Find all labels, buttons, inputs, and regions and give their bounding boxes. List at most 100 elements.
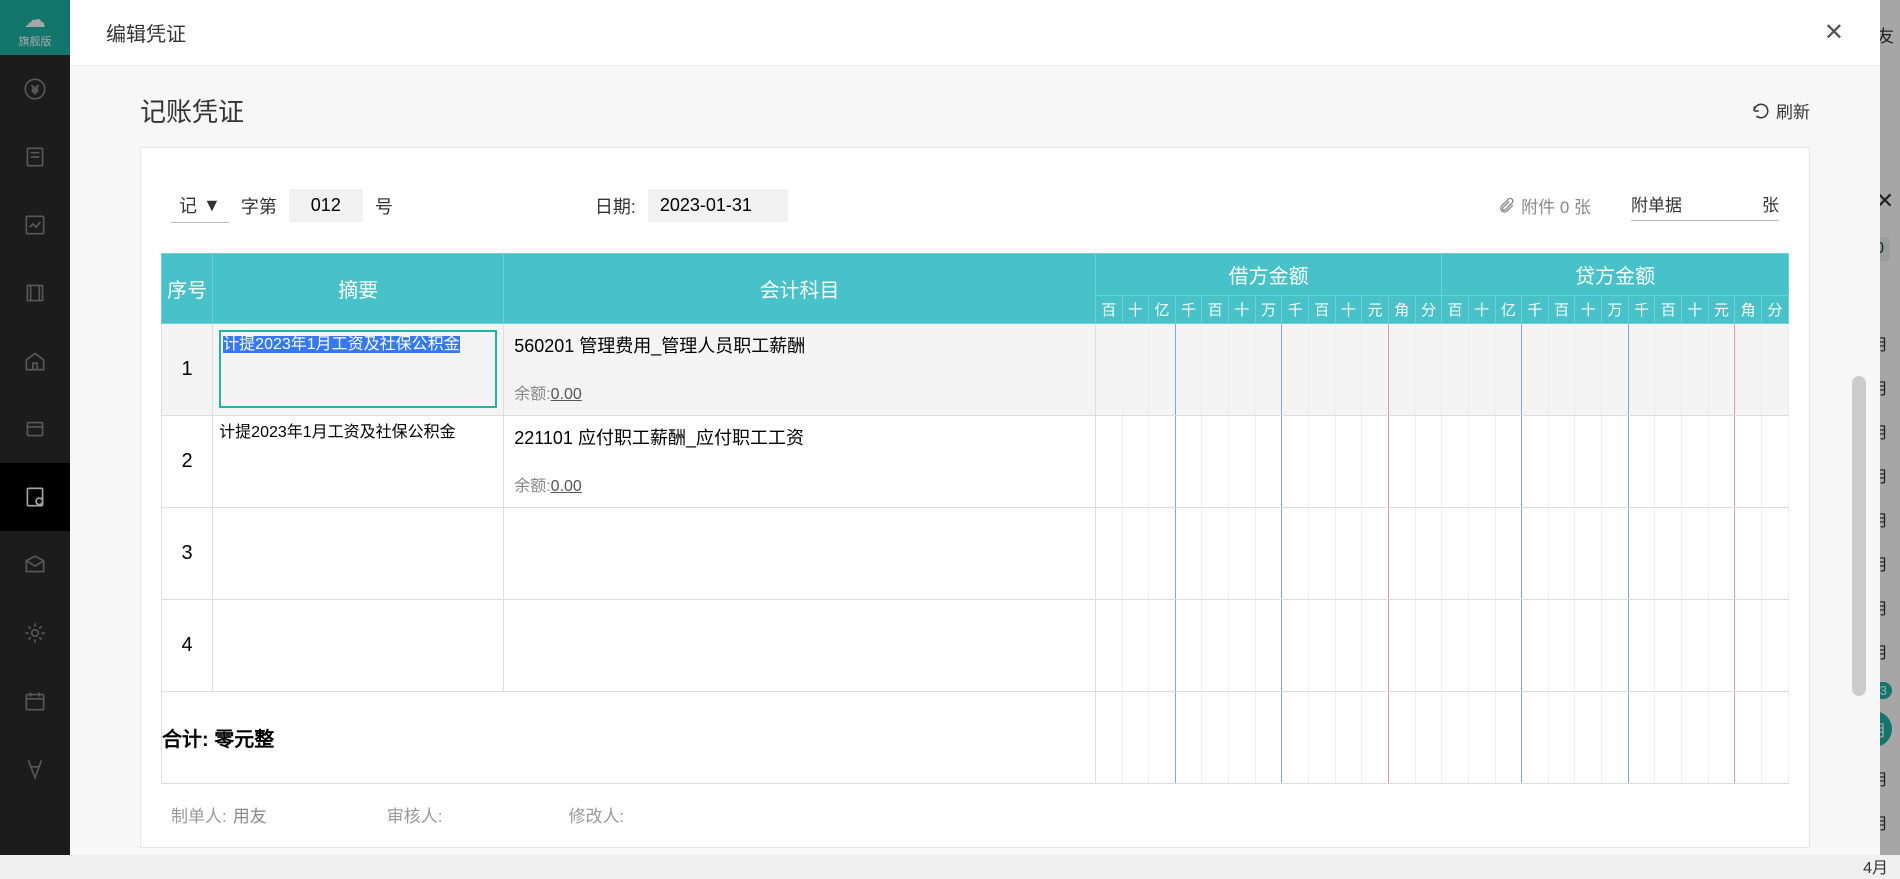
amount-cell[interactable]	[1095, 324, 1122, 416]
voucher-number-input[interactable]	[289, 189, 363, 222]
amount-cell[interactable]	[1682, 324, 1709, 416]
amount-cell[interactable]	[1229, 324, 1256, 416]
amount-cell[interactable]	[1628, 508, 1655, 600]
summary-cell[interactable]	[213, 508, 504, 600]
amount-cell[interactable]	[1468, 692, 1495, 784]
amount-cell[interactable]	[1149, 508, 1176, 600]
amount-cell[interactable]	[1735, 600, 1762, 692]
amount-cell[interactable]	[1362, 692, 1389, 784]
amount-cell[interactable]	[1522, 600, 1549, 692]
amount-cell[interactable]	[1442, 324, 1469, 416]
amount-cell[interactable]	[1682, 508, 1709, 600]
amount-cell[interactable]	[1708, 600, 1735, 692]
amount-cell[interactable]	[1522, 416, 1549, 508]
refresh-button[interactable]: 刷新	[1752, 98, 1810, 123]
voucher-type-dropdown[interactable]: 记 ▼	[171, 188, 229, 223]
amount-cell[interactable]	[1415, 324, 1442, 416]
amount-cell[interactable]	[1175, 508, 1202, 600]
amount-cell[interactable]	[1761, 324, 1788, 416]
amount-cell[interactable]	[1149, 324, 1176, 416]
amount-cell[interactable]	[1388, 508, 1415, 600]
amount-cell[interactable]	[1202, 692, 1229, 784]
amount-cell[interactable]	[1522, 508, 1549, 600]
amount-cell[interactable]	[1708, 416, 1735, 508]
amount-cell[interactable]	[1602, 600, 1629, 692]
amount-cell[interactable]	[1122, 508, 1149, 600]
amount-cell[interactable]	[1202, 600, 1229, 692]
amount-cell[interactable]	[1309, 692, 1336, 784]
amount-cell[interactable]	[1708, 692, 1735, 784]
amount-cell[interactable]	[1655, 692, 1682, 784]
amount-cell[interactable]	[1362, 600, 1389, 692]
amount-cell[interactable]	[1735, 692, 1762, 784]
amount-cell[interactable]	[1309, 508, 1336, 600]
amount-cell[interactable]	[1628, 416, 1655, 508]
amount-cell[interactable]	[1761, 416, 1788, 508]
amount-cell[interactable]	[1282, 416, 1309, 508]
amount-cell[interactable]	[1202, 508, 1229, 600]
amount-cell[interactable]	[1175, 600, 1202, 692]
amount-cell[interactable]	[1149, 416, 1176, 508]
amount-cell[interactable]	[1229, 692, 1256, 784]
amount-cell[interactable]	[1255, 416, 1282, 508]
amount-cell[interactable]	[1149, 600, 1176, 692]
amount-cell[interactable]	[1602, 692, 1629, 784]
amount-cell[interactable]	[1335, 692, 1362, 784]
amount-cell[interactable]	[1655, 600, 1682, 692]
amount-cell[interactable]	[1548, 508, 1575, 600]
amount-cell[interactable]	[1282, 600, 1309, 692]
date-input[interactable]	[648, 189, 788, 222]
amount-cell[interactable]	[1468, 600, 1495, 692]
amount-cell[interactable]	[1335, 600, 1362, 692]
amount-cell[interactable]	[1442, 416, 1469, 508]
summary-text-selected[interactable]: 计提2023年1月工资及社保公积金	[223, 336, 460, 353]
amount-cell[interactable]	[1682, 416, 1709, 508]
amount-cell[interactable]	[1468, 324, 1495, 416]
amount-cell[interactable]	[1388, 600, 1415, 692]
amount-cell[interactable]	[1761, 600, 1788, 692]
amount-cell[interactable]	[1388, 324, 1415, 416]
amount-cell[interactable]	[1282, 324, 1309, 416]
amount-cell[interactable]	[1655, 508, 1682, 600]
summary-cell[interactable]	[213, 600, 504, 692]
amount-cell[interactable]	[1761, 508, 1788, 600]
amount-cell[interactable]	[1255, 692, 1282, 784]
amount-cell[interactable]	[1442, 692, 1469, 784]
close-icon[interactable]: ✕	[1824, 18, 1844, 47]
amount-cell[interactable]	[1442, 508, 1469, 600]
amount-cell[interactable]	[1282, 692, 1309, 784]
amount-cell[interactable]	[1682, 600, 1709, 692]
amount-cell[interactable]	[1602, 416, 1629, 508]
amount-cell[interactable]	[1122, 416, 1149, 508]
amount-cell[interactable]	[1468, 416, 1495, 508]
amount-cell[interactable]	[1415, 692, 1442, 784]
amount-cell[interactable]	[1095, 508, 1122, 600]
amount-cell[interactable]	[1202, 416, 1229, 508]
amount-cell[interactable]	[1495, 600, 1522, 692]
amount-cell[interactable]	[1095, 416, 1122, 508]
amount-cell[interactable]	[1335, 508, 1362, 600]
summary-cell[interactable]: 计提2023年1月工资及社保公积金	[213, 324, 504, 416]
amount-cell[interactable]	[1735, 508, 1762, 600]
amount-cell[interactable]	[1415, 416, 1442, 508]
amount-cell[interactable]	[1495, 324, 1522, 416]
amount-cell[interactable]	[1655, 416, 1682, 508]
amount-cell[interactable]	[1708, 324, 1735, 416]
amount-cell[interactable]	[1309, 416, 1336, 508]
amount-cell[interactable]	[1362, 416, 1389, 508]
modal-scrollbar[interactable]	[1852, 376, 1866, 696]
amount-cell[interactable]	[1628, 600, 1655, 692]
amount-cell[interactable]	[1255, 324, 1282, 416]
amount-cell[interactable]	[1175, 324, 1202, 416]
amount-cell[interactable]	[1255, 600, 1282, 692]
amount-cell[interactable]	[1442, 600, 1469, 692]
amount-cell[interactable]	[1495, 692, 1522, 784]
amount-cell[interactable]	[1229, 416, 1256, 508]
amount-cell[interactable]	[1548, 692, 1575, 784]
amount-cell[interactable]	[1229, 600, 1256, 692]
amount-cell[interactable]	[1548, 324, 1575, 416]
amount-cell[interactable]	[1415, 600, 1442, 692]
amount-cell[interactable]	[1122, 324, 1149, 416]
amount-cell[interactable]	[1335, 324, 1362, 416]
amount-cell[interactable]	[1175, 692, 1202, 784]
